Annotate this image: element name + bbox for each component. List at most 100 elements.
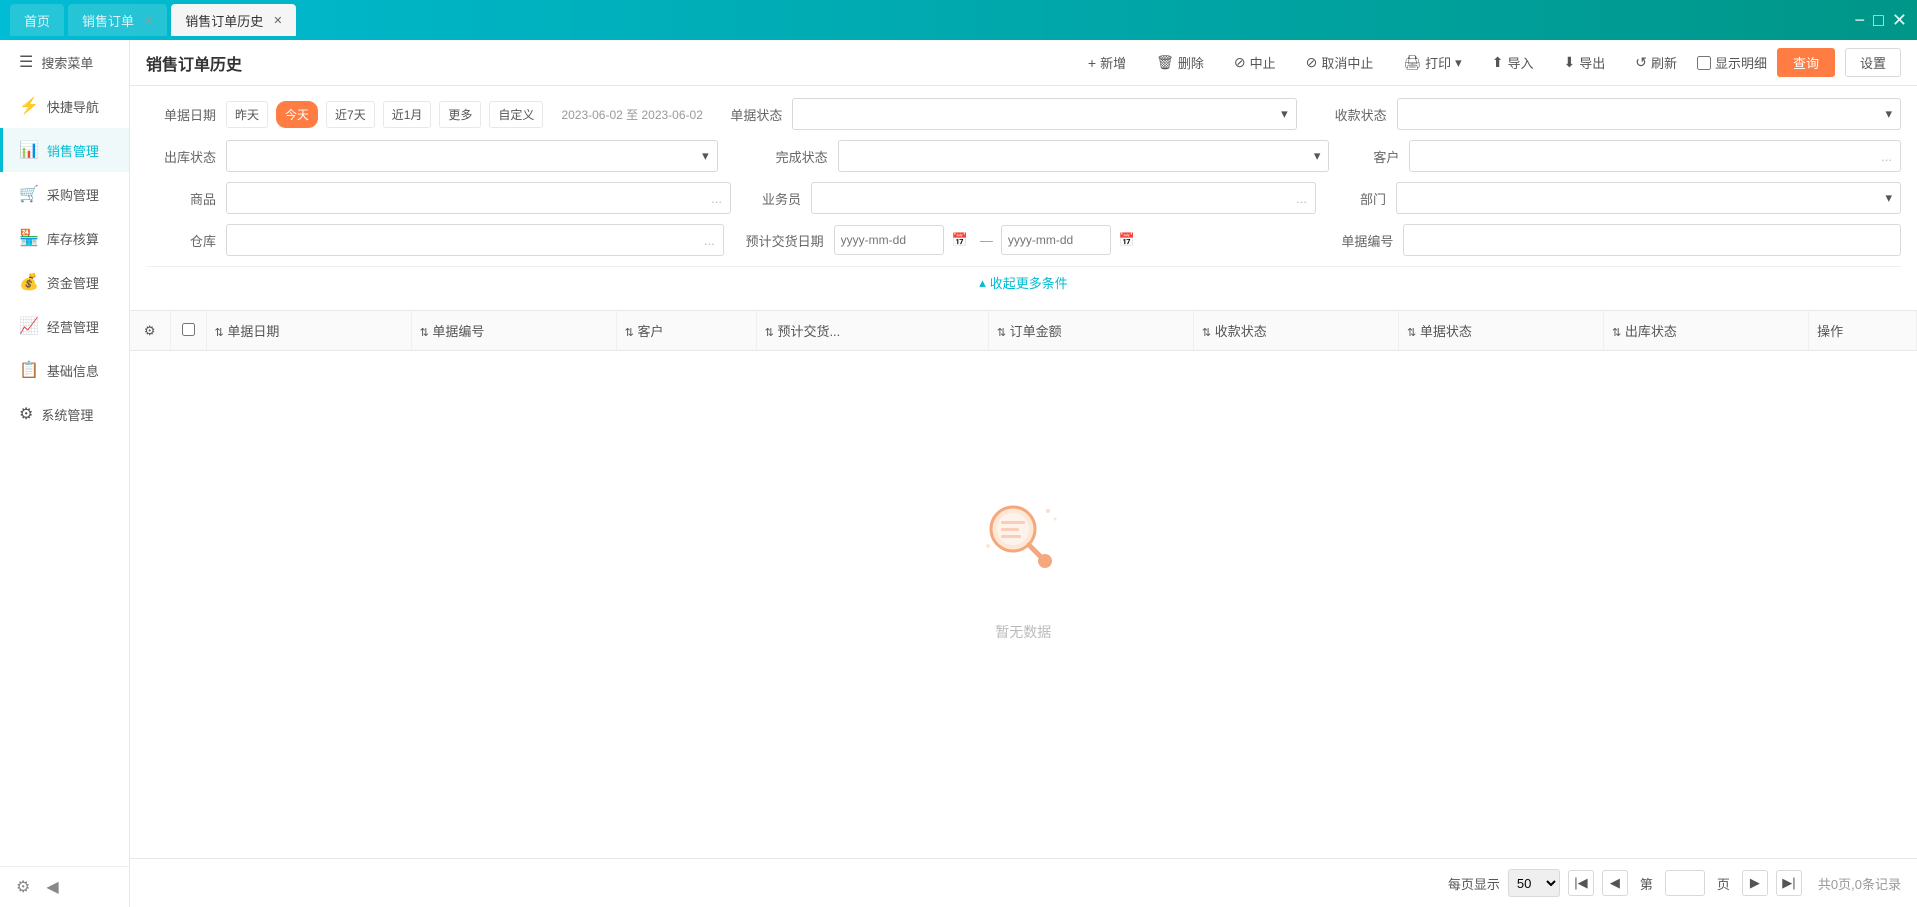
prev-page-button[interactable]: ◀ xyxy=(1602,870,1628,896)
export-button[interactable]: ⬇ 导出 xyxy=(1553,48,1615,77)
first-page-button[interactable]: |◀ xyxy=(1568,870,1594,896)
th-settings[interactable]: ⚙ xyxy=(130,311,170,351)
table-header-row: ⚙ 单据日期 单据编号 客户 xyxy=(130,311,1917,351)
sidebar-item-purchase-mgmt[interactable]: 🛒 采购管理 xyxy=(0,172,129,216)
customer-dots[interactable]: ... xyxy=(1881,149,1892,164)
th-order-status[interactable]: 单据状态 xyxy=(1398,311,1603,351)
collapse-button[interactable]: 收起更多条件 xyxy=(146,266,1901,298)
refresh-button[interactable]: ↺ 刷新 xyxy=(1625,48,1687,77)
close-button[interactable]: ✕ xyxy=(1892,10,1907,31)
th-payment-label: 收款状态 xyxy=(1215,324,1267,339)
delivery-date-end[interactable] xyxy=(1001,225,1111,255)
sidebar-bottom: ⚙ ◀ xyxy=(0,866,129,907)
tab-sales-order[interactable]: 销售订单 ✕ xyxy=(68,4,167,36)
next-page-button[interactable]: ▶ xyxy=(1742,870,1768,896)
tab-sales-order-close[interactable]: ✕ xyxy=(144,14,153,27)
last-page-button[interactable]: ▶| xyxy=(1776,870,1802,896)
display-toggle-checkbox[interactable] xyxy=(1697,56,1711,70)
print-button[interactable]: 🖨 打印 xyxy=(1393,48,1471,77)
empty-svg xyxy=(973,491,1073,591)
stock-out-select[interactable] xyxy=(226,140,718,172)
department-select[interactable] xyxy=(1396,182,1901,214)
new-button[interactable]: + 新增 xyxy=(1078,48,1136,77)
calendar-icon-1: 📅 xyxy=(952,232,968,248)
th-payment-status[interactable]: 收款状态 xyxy=(1193,311,1398,351)
date-filter-control: 昨天 今天 近7天 近1月 更多 自定义 2023-06-02 至 2023-0… xyxy=(226,101,712,128)
page-size-select[interactable]: 50 10 20 100 xyxy=(1508,869,1560,897)
date-more-btn[interactable]: 更多 xyxy=(439,101,481,128)
sidebar-item-system-mgmt-label: 系统管理 xyxy=(41,405,93,424)
date-filter-label: 单据日期 xyxy=(146,105,226,124)
print-icon: 🖨 xyxy=(1403,54,1421,71)
th-customer-label: 客户 xyxy=(638,324,664,339)
complete-status-label: 完成状态 xyxy=(758,147,838,166)
sidebar-item-inventory-label: 库存核算 xyxy=(47,229,99,248)
tab-home-label: 首页 xyxy=(24,11,50,30)
sidebar-item-system-mgmt[interactable]: ⚙ 系统管理 xyxy=(0,392,129,436)
th-checkbox[interactable] xyxy=(170,311,206,351)
sidebar-item-search-menu[interactable]: ☰ 搜索菜单 xyxy=(0,40,129,84)
th-amount-label: 订单金额 xyxy=(1010,324,1062,339)
page-label-prefix: 第 xyxy=(1640,874,1653,893)
stop-label: 中止 xyxy=(1250,53,1276,72)
order-status-select[interactable] xyxy=(792,98,1296,130)
date-today-btn[interactable]: 今天 xyxy=(276,101,318,128)
department-label: 部门 xyxy=(1336,189,1396,208)
filter-row-3: 商品 ... 业务员 ... 部门 xyxy=(146,182,1901,214)
warehouse-dots[interactable]: ... xyxy=(704,233,715,248)
payment-status-select[interactable] xyxy=(1397,98,1901,130)
salesperson-dots[interactable]: ... xyxy=(1296,191,1307,206)
th-stock-out-status[interactable]: 出库状态 xyxy=(1604,311,1809,351)
cancel-stop-button[interactable]: ⊘ 取消中止 xyxy=(1296,48,1384,77)
salesperson-label: 业务员 xyxy=(751,189,811,208)
minimize-button[interactable]: − xyxy=(1855,10,1866,31)
payment-sort-icon xyxy=(1202,324,1211,339)
sidebar-item-operations[interactable]: 📈 经营管理 xyxy=(0,304,129,348)
select-all-checkbox[interactable] xyxy=(182,323,195,336)
th-order-amount[interactable]: 订单金额 xyxy=(988,311,1193,351)
maximize-button[interactable]: □ xyxy=(1873,10,1884,31)
complete-status-select[interactable] xyxy=(838,140,1330,172)
sidebar-item-sales-mgmt[interactable]: 📊 销售管理 xyxy=(0,128,129,172)
sidebar-settings-icon[interactable]: ⚙ xyxy=(16,877,30,897)
th-ops-label: 操作 xyxy=(1817,324,1843,339)
tab-home[interactable]: 首页 xyxy=(10,4,64,36)
customer-label: 客户 xyxy=(1349,147,1409,166)
export-label: 导出 xyxy=(1579,53,1605,72)
sidebar-item-finance[interactable]: 💰 资金管理 xyxy=(0,260,129,304)
th-customer[interactable]: 客户 xyxy=(616,311,756,351)
settings-button[interactable]: 设置 xyxy=(1845,48,1901,77)
customer-input[interactable]: ... xyxy=(1409,140,1901,172)
tab-sales-order-history-close[interactable]: ✕ xyxy=(273,14,282,27)
delete-button[interactable]: 🗑 删除 xyxy=(1146,48,1214,77)
th-number[interactable]: 单据编号 xyxy=(411,311,616,351)
filter-row-1: 单据日期 昨天 今天 近7天 近1月 更多 自定义 2023-06-02 至 2… xyxy=(146,98,1901,130)
filter-row-4: 仓库 ... 预计交货日期 📅 — 📅 单据编号 xyxy=(146,224,1901,256)
complete-status-chevron xyxy=(1314,148,1321,164)
th-date[interactable]: 单据日期 xyxy=(206,311,411,351)
goods-dots[interactable]: ... xyxy=(711,191,722,206)
query-button[interactable]: 查询 xyxy=(1777,48,1835,77)
order-sort-icon xyxy=(1407,324,1416,339)
stop-button[interactable]: ⊘ 中止 xyxy=(1224,48,1286,77)
sales-mgmt-icon: 📊 xyxy=(19,140,39,160)
th-number-label: 单据编号 xyxy=(432,324,484,339)
delivery-date-start[interactable] xyxy=(834,225,944,255)
th-expected-delivery[interactable]: 预计交货... xyxy=(756,311,988,351)
sidebar-collapse-icon[interactable]: ◀ xyxy=(46,877,58,897)
import-button[interactable]: ⬆ 导入 xyxy=(1482,48,1544,77)
date-last7-btn[interactable]: 近7天 xyxy=(326,101,375,128)
sidebar-item-basic-info[interactable]: 📋 基础信息 xyxy=(0,348,129,392)
tab-sales-order-history-label: 销售订单历史 xyxy=(185,11,263,30)
display-toggle[interactable]: 显示明细 xyxy=(1697,53,1767,72)
tab-sales-order-history[interactable]: 销售订单历史 ✕ xyxy=(171,4,296,36)
sidebar-item-inventory[interactable]: 🏪 库存核算 xyxy=(0,216,129,260)
sidebar: ☰ 搜索菜单 ⚡ 快捷导航 📊 销售管理 🛒 采购管理 🏪 库存核算 💰 资金管… xyxy=(0,40,130,907)
purchase-mgmt-icon: 🛒 xyxy=(19,184,39,204)
date-custom-btn[interactable]: 自定义 xyxy=(489,101,543,128)
date-last1month-btn[interactable]: 近1月 xyxy=(383,101,432,128)
sidebar-item-quick-nav[interactable]: ⚡ 快捷导航 xyxy=(0,84,129,128)
import-icon: ⬆ xyxy=(1492,54,1504,71)
date-yesterday-btn[interactable]: 昨天 xyxy=(226,101,268,128)
page-number-input[interactable]: 1 xyxy=(1665,870,1705,896)
